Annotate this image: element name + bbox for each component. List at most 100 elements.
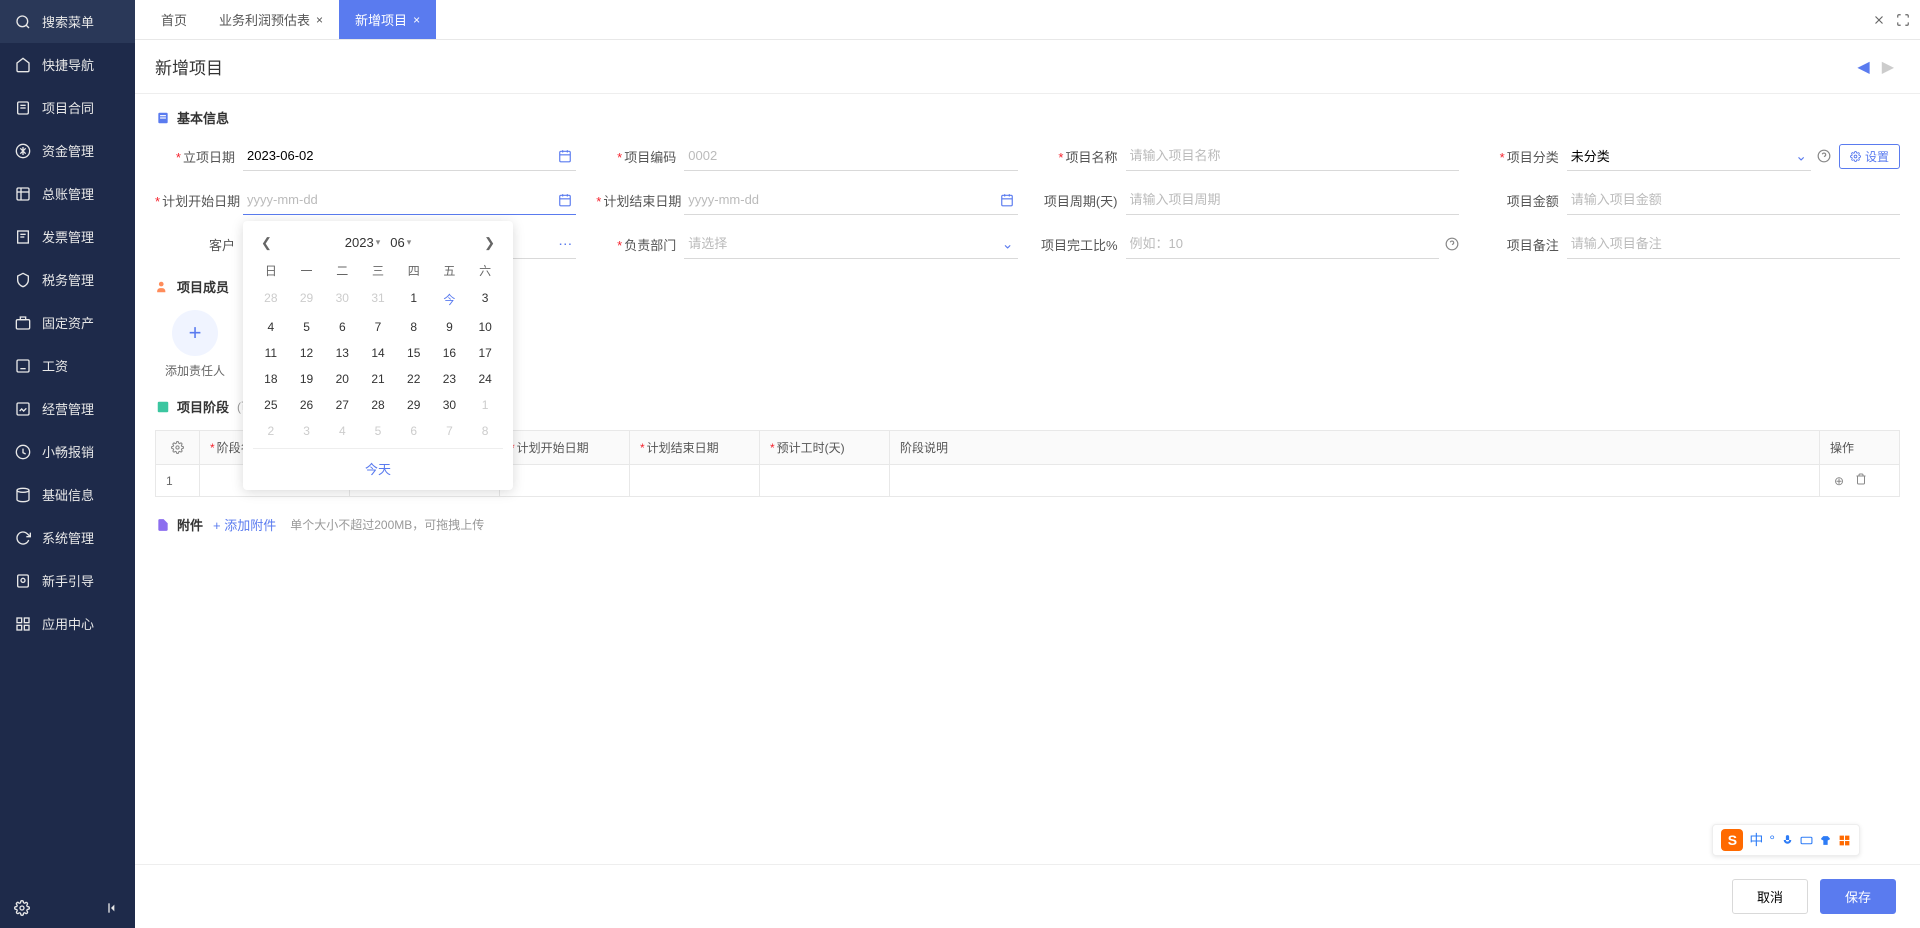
- help-icon[interactable]: [1817, 149, 1831, 163]
- dp-day[interactable]: 28: [253, 285, 289, 314]
- dp-day[interactable]: 3: [289, 418, 325, 444]
- dp-day[interactable]: 9: [432, 314, 468, 340]
- dp-day[interactable]: 10: [467, 314, 503, 340]
- dp-day[interactable]: 19: [289, 366, 325, 392]
- dp-day[interactable]: 6: [396, 418, 432, 444]
- dp-day[interactable]: 23: [432, 366, 468, 392]
- dp-day[interactable]: 30: [432, 392, 468, 418]
- dp-day[interactable]: 27: [324, 392, 360, 418]
- dp-day[interactable]: 今: [432, 285, 468, 314]
- table-settings-icon[interactable]: [156, 431, 200, 465]
- save-button[interactable]: 保存: [1820, 879, 1896, 914]
- plan-end-input[interactable]: [684, 185, 1017, 215]
- dp-day[interactable]: 20: [324, 366, 360, 392]
- dp-day[interactable]: 14: [360, 340, 396, 366]
- settings-gear-icon[interactable]: [14, 900, 30, 916]
- next-record-icon[interactable]: ▶: [1876, 57, 1900, 77]
- phase-end-cell[interactable]: [630, 465, 760, 497]
- delete-row-icon[interactable]: [1851, 474, 1871, 488]
- calendar-icon[interactable]: [558, 193, 572, 207]
- plan-start-input[interactable]: [243, 185, 576, 215]
- sidebar-item-system[interactable]: 系统管理: [0, 516, 135, 559]
- dp-day[interactable]: 18: [253, 366, 289, 392]
- sidebar-item-home[interactable]: 快捷导航: [0, 43, 135, 86]
- sidebar-item-operate[interactable]: 经营管理: [0, 387, 135, 430]
- dp-day[interactable]: 24: [467, 366, 503, 392]
- project-category-select[interactable]: [1567, 141, 1811, 171]
- dp-day[interactable]: 6: [324, 314, 360, 340]
- dp-day[interactable]: 2: [253, 418, 289, 444]
- dp-day[interactable]: 3: [467, 285, 503, 314]
- ime-voice-icon[interactable]: [1781, 834, 1794, 847]
- ime-tool-icon[interactable]: [1838, 834, 1851, 847]
- chevron-down-icon[interactable]: ⌄: [1002, 236, 1014, 253]
- dp-day[interactable]: 13: [324, 340, 360, 366]
- dp-day[interactable]: 25: [253, 392, 289, 418]
- sidebar-item-appcenter[interactable]: 应用中心: [0, 602, 135, 645]
- category-settings-button[interactable]: 设置: [1839, 144, 1900, 169]
- project-amount-input[interactable]: [1567, 185, 1900, 215]
- sidebar-item-expense[interactable]: 小畅报销: [0, 430, 135, 473]
- dp-day[interactable]: 8: [396, 314, 432, 340]
- dp-day[interactable]: 16: [432, 340, 468, 366]
- remark-input[interactable]: [1567, 229, 1900, 259]
- dp-day[interactable]: 28: [360, 392, 396, 418]
- dp-day[interactable]: 1: [396, 285, 432, 314]
- dp-day[interactable]: 29: [289, 285, 325, 314]
- dp-day[interactable]: 26: [289, 392, 325, 418]
- dp-day[interactable]: 12: [289, 340, 325, 366]
- calendar-icon[interactable]: [1000, 193, 1014, 207]
- ime-logo-icon[interactable]: S: [1721, 829, 1743, 851]
- tab-close-all-icon[interactable]: [1872, 13, 1886, 27]
- add-attachment-button[interactable]: + 添加附件: [213, 515, 276, 534]
- dp-day[interactable]: 29: [396, 392, 432, 418]
- dp-day[interactable]: 5: [360, 418, 396, 444]
- dp-day[interactable]: 7: [432, 418, 468, 444]
- dp-day[interactable]: 17: [467, 340, 503, 366]
- prev-record-icon[interactable]: ◀: [1851, 57, 1875, 77]
- dp-day[interactable]: 31: [360, 285, 396, 314]
- project-code-input[interactable]: [684, 141, 1017, 171]
- project-name-input[interactable]: [1126, 141, 1459, 171]
- fullscreen-icon[interactable]: [1896, 13, 1910, 27]
- ime-keyboard-icon[interactable]: [1800, 834, 1813, 847]
- datepicker-month-select[interactable]: 06▾: [388, 235, 413, 250]
- sidebar-item-money[interactable]: 资金管理: [0, 129, 135, 172]
- chevron-down-icon[interactable]: ⌄: [1795, 148, 1807, 165]
- dp-day[interactable]: 4: [324, 418, 360, 444]
- dp-day[interactable]: 11: [253, 340, 289, 366]
- datepicker-today-button[interactable]: 今天: [365, 462, 391, 477]
- cancel-button[interactable]: 取消: [1732, 879, 1808, 914]
- ime-skin-icon[interactable]: [1819, 834, 1832, 847]
- close-icon[interactable]: ×: [413, 13, 420, 27]
- tab[interactable]: 业务利润预估表×: [203, 0, 339, 39]
- sidebar-item-guide[interactable]: 新手引导: [0, 559, 135, 602]
- phase-desc-cell[interactable]: [890, 465, 1820, 497]
- progress-input[interactable]: [1126, 229, 1439, 259]
- ime-punct-icon[interactable]: °: [1769, 832, 1775, 848]
- dp-day[interactable]: 8: [467, 418, 503, 444]
- department-select[interactable]: [684, 229, 1017, 259]
- phase-start-cell[interactable]: [500, 465, 630, 497]
- add-member-button[interactable]: +: [172, 310, 218, 356]
- phase-hours-cell[interactable]: [760, 465, 890, 497]
- more-icon[interactable]: ⋯: [558, 236, 572, 253]
- dp-day[interactable]: 5: [289, 314, 325, 340]
- dp-day[interactable]: 1: [467, 392, 503, 418]
- sidebar-item-invoice[interactable]: 发票管理: [0, 215, 135, 258]
- close-icon[interactable]: ×: [316, 13, 323, 27]
- tab[interactable]: 新增项目×: [339, 0, 436, 39]
- dp-day[interactable]: 22: [396, 366, 432, 392]
- dp-day[interactable]: 7: [360, 314, 396, 340]
- dp-day[interactable]: 4: [253, 314, 289, 340]
- ime-lang-icon[interactable]: 中: [1749, 830, 1763, 850]
- dp-day[interactable]: 15: [396, 340, 432, 366]
- add-row-icon[interactable]: ⊕: [1830, 474, 1848, 488]
- sidebar-item-search[interactable]: 搜索菜单: [0, 0, 135, 43]
- datepicker-year-select[interactable]: 2023▾: [343, 235, 382, 250]
- dp-day[interactable]: 21: [360, 366, 396, 392]
- calendar-icon[interactable]: [558, 149, 572, 163]
- dp-day[interactable]: 30: [324, 285, 360, 314]
- sidebar-item-ledger[interactable]: 总账管理: [0, 172, 135, 215]
- create-date-input[interactable]: [243, 141, 576, 171]
